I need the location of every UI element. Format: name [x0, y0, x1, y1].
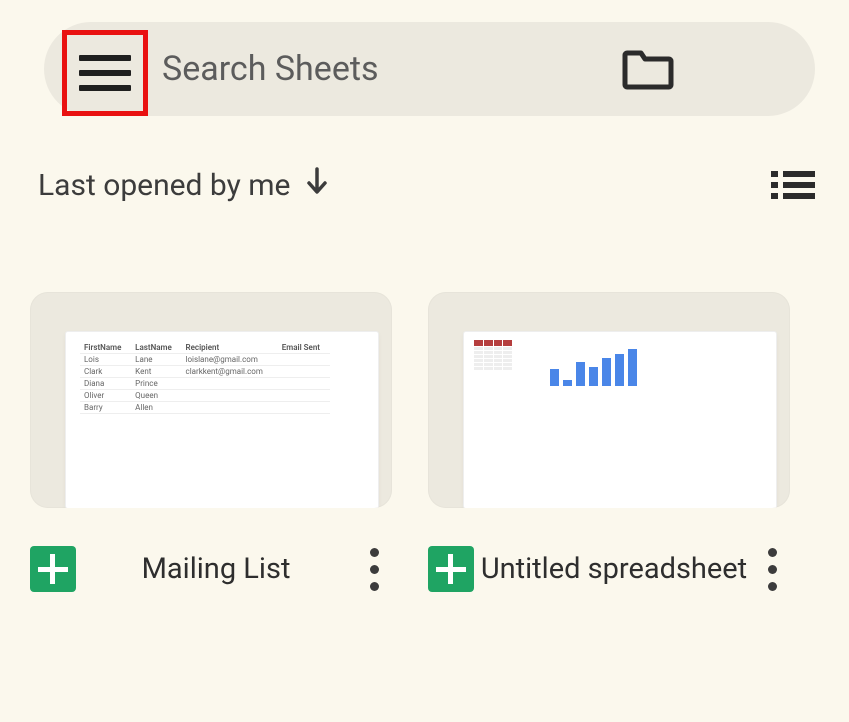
sort-label: Last opened by me — [38, 168, 290, 203]
file-card: FirstNameLastNameRecipientEmail Sent Loi… — [30, 292, 392, 604]
menu-button-highlight — [62, 30, 148, 116]
search-input[interactable]: Search Sheets — [162, 49, 621, 89]
arrow-down-icon — [304, 166, 330, 204]
list-view-icon[interactable] — [771, 169, 815, 201]
thumbnail-preview-chart — [550, 344, 637, 386]
search-bar: Search Sheets — [44, 22, 815, 116]
file-thumbnail[interactable] — [428, 292, 790, 508]
thumbnail-preview-grid — [474, 340, 512, 370]
sheets-icon — [30, 546, 76, 592]
file-card: Untitled spreadsheet — [428, 292, 790, 604]
menu-icon[interactable] — [79, 55, 131, 91]
file-thumbnail[interactable]: FirstNameLastNameRecipientEmail Sent Loi… — [30, 292, 392, 508]
sheets-icon — [428, 546, 474, 592]
sort-selector[interactable]: Last opened by me — [38, 166, 330, 204]
more-options-button[interactable] — [754, 548, 790, 591]
thumbnail-preview-table: FirstNameLastNameRecipientEmail Sent Loi… — [80, 342, 330, 414]
sort-row: Last opened by me — [38, 166, 815, 204]
folder-icon[interactable] — [621, 47, 675, 91]
file-grid: FirstNameLastNameRecipientEmail Sent Loi… — [30, 292, 819, 604]
file-title[interactable]: Untitled spreadsheet — [474, 552, 754, 587]
more-options-button[interactable] — [356, 548, 392, 591]
file-title[interactable]: Mailing List — [76, 552, 356, 587]
